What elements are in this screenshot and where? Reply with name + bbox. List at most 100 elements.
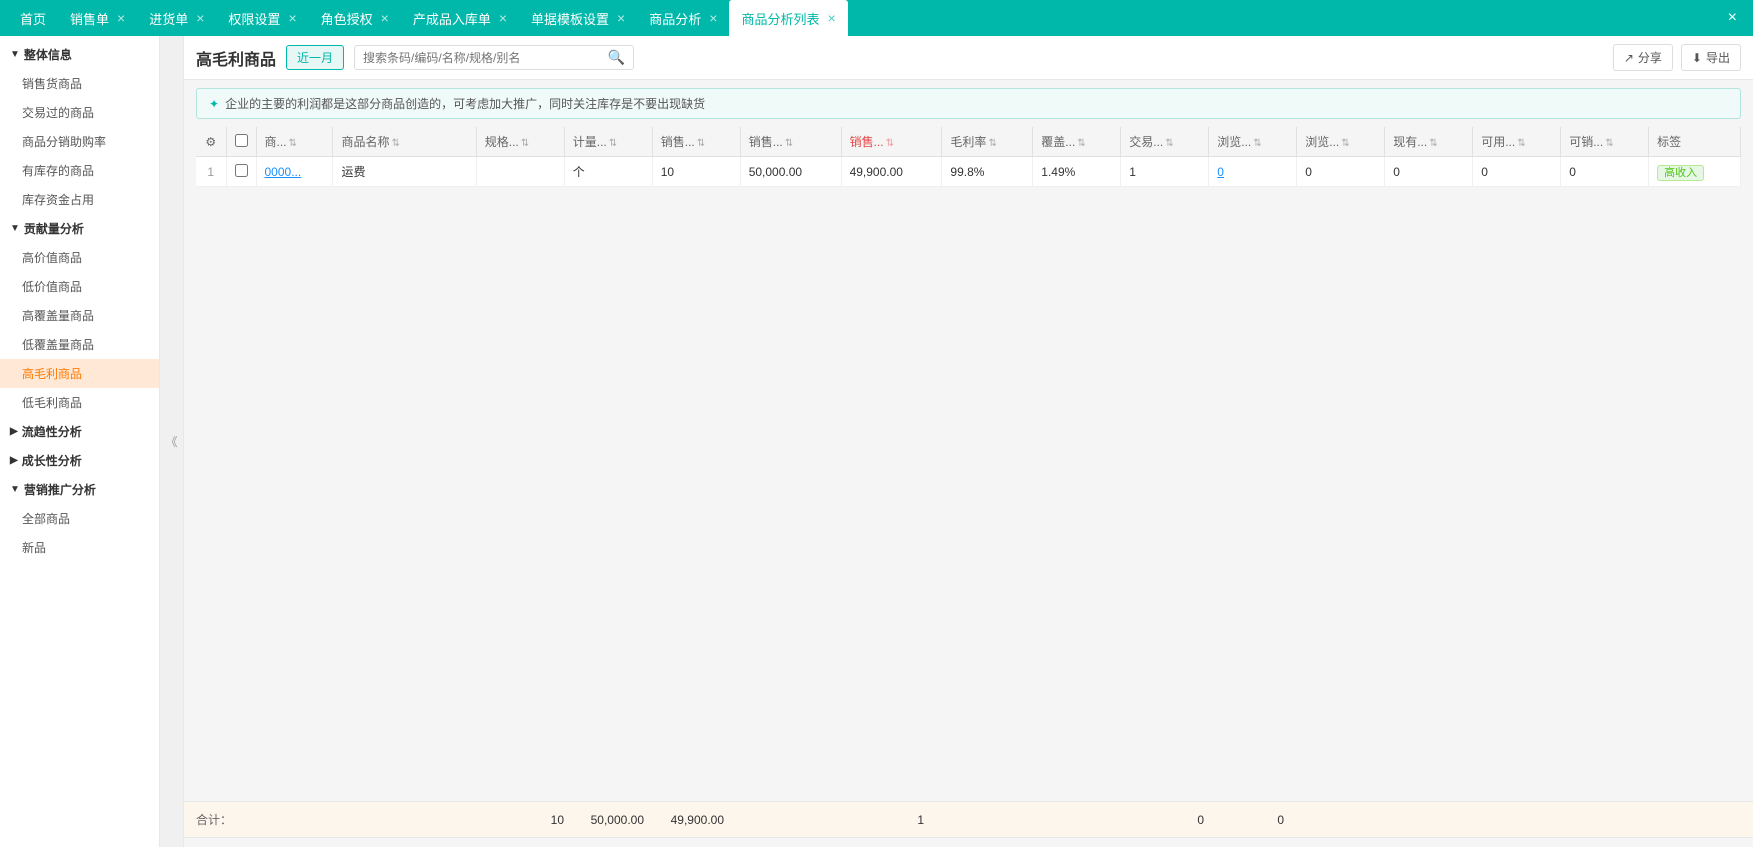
footer-sale2-val: 50,000.00 (572, 813, 652, 827)
sidebar-section-overall[interactable]: ▼ 整体信息 (0, 40, 159, 69)
nav-product-analysis[interactable]: 商品分析 × (637, 0, 729, 36)
table-header-row: ⚙ 商...⇅ 商品名称⇅ 规格...⇅ 计量...⇅ 销售...⇅ 销售...… (196, 127, 1741, 157)
td-spec (476, 157, 564, 187)
page-title: 高毛利商品 (196, 46, 276, 70)
nav-purchase-order[interactable]: 进货单 × (137, 0, 216, 36)
nav-product-analysis-list[interactable]: 商品分析列表 × (729, 0, 847, 36)
th-gross-rate[interactable]: 毛利率⇅ (942, 127, 1033, 157)
sidebar-item-high-margin[interactable]: 高毛利商品 (0, 359, 159, 388)
td-coverage: 1.49% (1033, 157, 1121, 187)
footer-sale3-val: 49,900.00 (652, 813, 732, 827)
footer-label: 合计： (196, 811, 232, 828)
th-browse1[interactable]: 浏览...⇅ (1209, 127, 1297, 157)
th-available[interactable]: 可用...⇅ (1473, 127, 1561, 157)
filter-recent-month-button[interactable]: 近一月 (286, 45, 344, 70)
sidebar-section-growth[interactable]: ▶ 成长性分析 (0, 446, 159, 475)
th-trade[interactable]: 交易...⇅ (1121, 127, 1209, 157)
close-icon[interactable]: × (709, 10, 717, 26)
info-banner: ✦ 企业的主要的利润都是这部分商品创造的，可考虑加大推广，同时关注库存是不要出现… (196, 88, 1741, 119)
export-icon: ⬇ (1692, 51, 1702, 65)
th-checkbox (226, 127, 256, 157)
footer-values: 10 50,000.00 49,900.00 1 0 0 (292, 813, 1292, 827)
sidebar-item-new-products[interactable]: 新品 (0, 533, 159, 562)
td-checkbox[interactable] (226, 157, 256, 187)
td-unit: 个 (564, 157, 652, 187)
th-saleable[interactable]: 可销...⇅ (1561, 127, 1649, 157)
sidebar-item-distribution-rate[interactable]: 商品分销助购率 (0, 127, 159, 156)
td-code[interactable]: 0000... (256, 157, 333, 187)
sidebar-section-contribution[interactable]: ▼ 贡献量分析 (0, 214, 159, 243)
horizontal-scrollbar[interactable] (184, 837, 1753, 847)
chevron-right-icon: ▶ (10, 455, 18, 466)
info-icon: ✦ (209, 97, 219, 111)
footer-empty2 (932, 813, 1052, 827)
th-name[interactable]: 商品名称⇅ (333, 127, 476, 157)
share-button[interactable]: ↗ 分享 (1613, 44, 1673, 71)
sidebar-item-low-coverage[interactable]: 低覆盖量商品 (0, 330, 159, 359)
sidebar-item-low-margin[interactable]: 低毛利商品 (0, 388, 159, 417)
close-icon[interactable]: × (381, 10, 389, 26)
main-area: ▼ 整体信息 销售货商品 交易过的商品 商品分销助购率 有库存的商品 库存资金占… (0, 36, 1753, 847)
nav-permission-settings[interactable]: 权限设置 × (216, 0, 308, 36)
th-sale2[interactable]: 销售...⇅ (740, 127, 841, 157)
row-checkbox[interactable] (235, 164, 248, 177)
th-coverage[interactable]: 覆盖...⇅ (1033, 127, 1121, 157)
sidebar-section-trend[interactable]: ▶ 流趋性分析 (0, 417, 159, 446)
sidebar-item-sale-products[interactable]: 销售货商品 (0, 69, 159, 98)
th-unit[interactable]: 计量...⇅ (564, 127, 652, 157)
td-sale2: 50,000.00 (740, 157, 841, 187)
th-browse2[interactable]: 浏览...⇅ (1297, 127, 1385, 157)
header-actions: ↗ 分享 ⬇ 导出 (1613, 44, 1741, 71)
td-sale1: 10 (652, 157, 740, 187)
select-all-checkbox[interactable] (235, 134, 248, 147)
top-navigation: 首页 销售单 × 进货单 × 权限设置 × 角色授权 × 产成品入库单 × 单据… (0, 0, 1753, 36)
th-tag[interactable]: 标签 (1649, 127, 1741, 157)
td-num: 1 (196, 157, 226, 187)
th-current[interactable]: 现有...⇅ (1385, 127, 1473, 157)
nav-role-auth[interactable]: 角色授权 × (309, 0, 401, 36)
table-wrapper[interactable]: ⚙ 商...⇅ 商品名称⇅ 规格...⇅ 计量...⇅ 销售...⇅ 销售...… (184, 127, 1753, 801)
content-header: 高毛利商品 近一月 🔍 ↗ 分享 ⬇ 导出 (184, 36, 1753, 80)
search-box: 🔍 (354, 45, 634, 70)
close-icon[interactable]: × (499, 10, 507, 26)
sidebar-item-in-stock[interactable]: 有库存的商品 (0, 156, 159, 185)
th-sale1[interactable]: 销售...⇅ (652, 127, 740, 157)
nav-home[interactable]: 首页 (8, 0, 58, 36)
th-settings[interactable]: ⚙ (196, 127, 226, 157)
chevron-down-icon: ▼ (10, 223, 20, 234)
th-sale3[interactable]: 销售...⇅ (841, 127, 942, 157)
nav-template-settings[interactable]: 单据模板设置 × (519, 0, 637, 36)
sidebar-item-high-coverage[interactable]: 高覆盖量商品 (0, 301, 159, 330)
product-table: ⚙ 商...⇅ 商品名称⇅ 规格...⇅ 计量...⇅ 销售...⇅ 销售...… (196, 127, 1741, 187)
close-icon[interactable]: × (117, 10, 125, 26)
nav-product-inbound[interactable]: 产成品入库单 × (401, 0, 519, 36)
td-available: 0 (1473, 157, 1561, 187)
sidebar-section-marketing[interactable]: ▼ 营销推广分析 (0, 475, 159, 504)
sidebar-item-traded-products[interactable]: 交易过的商品 (0, 98, 159, 127)
th-code[interactable]: 商...⇅ (256, 127, 333, 157)
close-icon[interactable]: × (827, 10, 835, 26)
td-trade: 1 (1121, 157, 1209, 187)
footer-empty1 (732, 813, 852, 827)
td-browse2: 0 (1297, 157, 1385, 187)
chevron-down-icon: ▼ (10, 484, 20, 495)
search-icon[interactable]: 🔍 (608, 49, 625, 66)
export-button[interactable]: ⬇ 导出 (1681, 44, 1741, 71)
footer-trade-val: 1 (852, 813, 932, 827)
sidebar-item-all-products[interactable]: 全部商品 (0, 504, 159, 533)
close-icon[interactable]: × (288, 10, 296, 26)
search-input[interactable] (363, 51, 608, 65)
close-icon[interactable]: × (617, 10, 625, 26)
th-spec[interactable]: 规格...⇅ (476, 127, 564, 157)
close-all-icon[interactable]: × (1720, 9, 1745, 27)
sidebar-item-high-value[interactable]: 高价值商品 (0, 243, 159, 272)
sidebar-collapse-button[interactable]: 《 (160, 36, 184, 847)
close-icon[interactable]: × (196, 10, 204, 26)
footer-sale1-val: 10 (492, 813, 572, 827)
td-browse1[interactable]: 0 (1209, 157, 1297, 187)
sidebar-item-stock-funds[interactable]: 库存资金占用 (0, 185, 159, 214)
td-saleable: 0 (1561, 157, 1649, 187)
td-gross-rate: 99.8% (942, 157, 1033, 187)
nav-sales-order[interactable]: 销售单 × (58, 0, 137, 36)
sidebar-item-low-value[interactable]: 低价值商品 (0, 272, 159, 301)
